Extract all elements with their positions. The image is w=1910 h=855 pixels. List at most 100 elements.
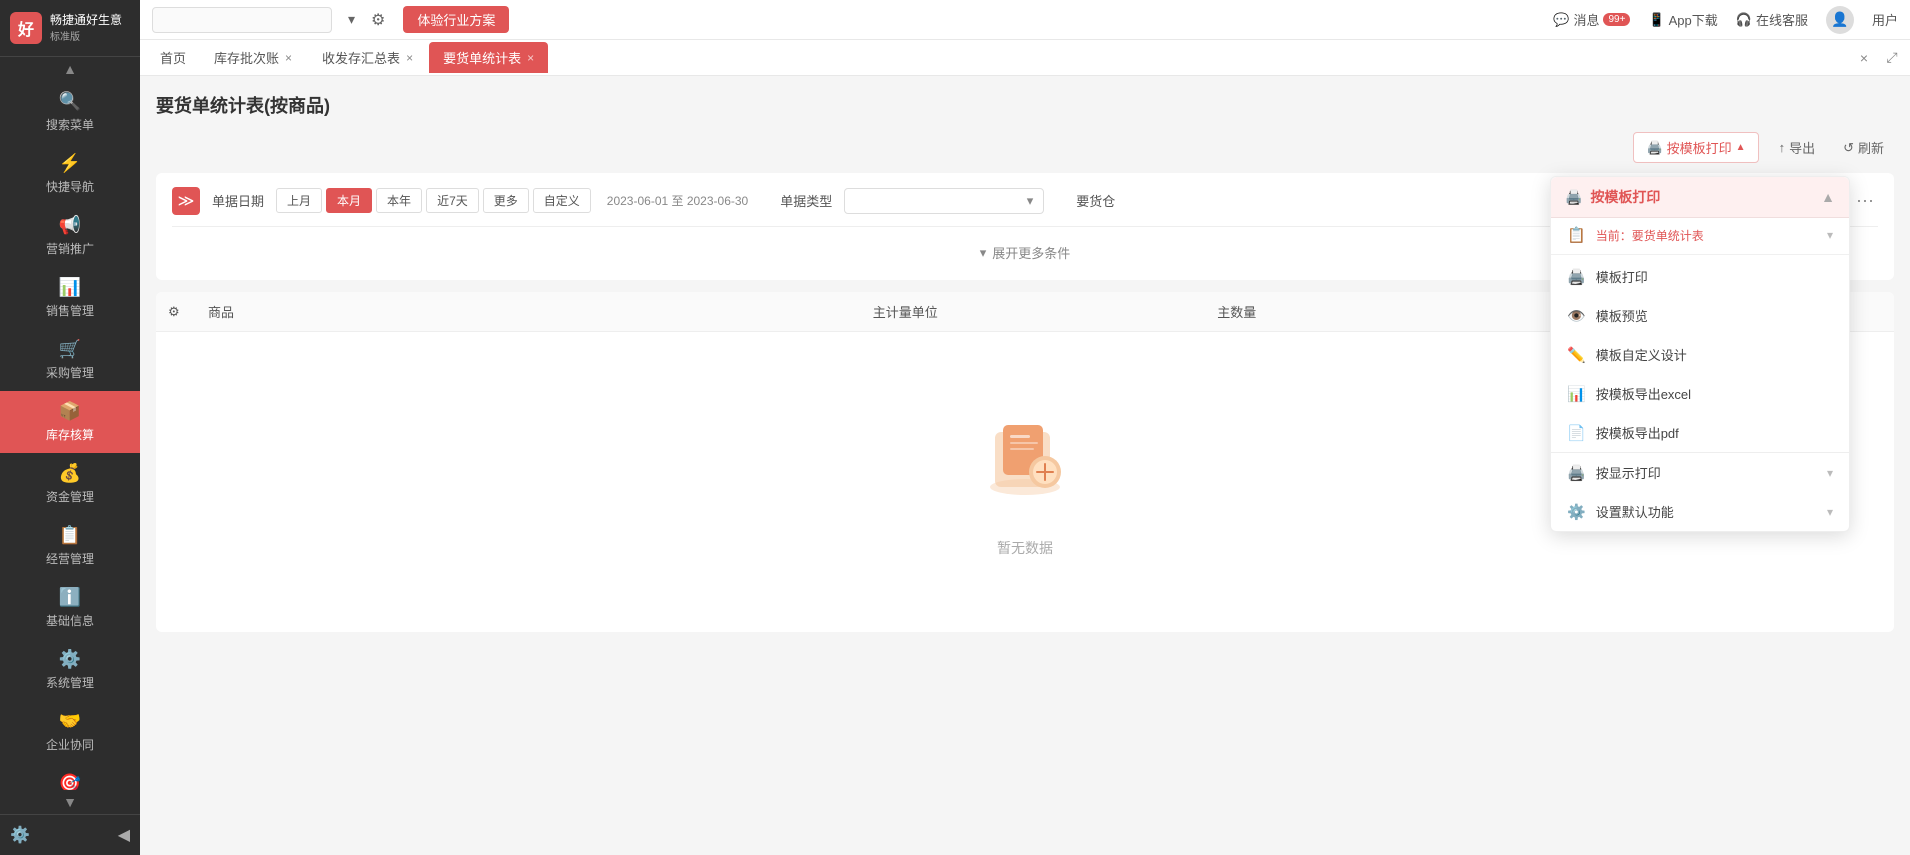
service-icon: 🎧 xyxy=(1736,12,1752,28)
page-title: 要货单统计表(按商品) xyxy=(156,92,1894,118)
sidebar-item-marketing[interactable]: 📢 营销推广 xyxy=(0,205,140,267)
collapse-icon[interactable]: ◀ xyxy=(118,825,130,845)
scroll-down-icon[interactable]: ▼ xyxy=(63,794,77,810)
date-week-btn[interactable]: 近7天 xyxy=(426,188,479,213)
set-default-item[interactable]: ⚙️ 设置默认功能 ▾ xyxy=(1551,492,1849,531)
current-template-arrow: ▾ xyxy=(1827,228,1833,242)
template-export-excel-icon: 📊 xyxy=(1567,385,1586,403)
sidebar-item-basic[interactable]: ℹ️ 基础信息 xyxy=(0,577,140,639)
th-qty: 主数量 xyxy=(1205,292,1549,331)
sidebar-scroll-down[interactable]: ▼ xyxy=(0,790,140,814)
tab-receipt-summary[interactable]: 收发存汇总表 × xyxy=(308,42,427,73)
empty-text: 暂无数据 xyxy=(997,538,1053,558)
sidebar-item-sales[interactable]: 📊 销售管理 xyxy=(0,267,140,329)
date-range: 2023-06-01 至 2023-06-30 xyxy=(607,192,748,209)
topbar: ▾ ⚙ 体验行业方案 💬 消息 99+ 📱 App下载 🎧 在线客服 👤 用户 xyxy=(140,0,1910,40)
tab3-close-btn[interactable]: × xyxy=(527,51,534,65)
sidebar-item-quick-nav[interactable]: ⚡ 快捷导航 xyxy=(0,143,140,205)
sidebar-item-business[interactable]: 📋 经营管理 xyxy=(0,515,140,577)
export-icon: ↑ xyxy=(1779,140,1786,155)
sidebar-item-system[interactable]: ⚙️ 系统管理 xyxy=(0,639,140,701)
search-icon: 🔍 xyxy=(59,91,81,112)
date-custom-btn[interactable]: 自定义 xyxy=(533,188,591,213)
date-current-btn[interactable]: 本月 xyxy=(326,188,372,213)
display-print-arrow: ▾ xyxy=(1827,466,1833,480)
current-template-left: 📋 当前：要货单统计表 xyxy=(1567,226,1704,244)
th-unit: 主计量单位 xyxy=(861,292,1205,331)
app-download-btn[interactable]: 📱 App下载 xyxy=(1648,10,1717,29)
tab1-close-btn[interactable]: × xyxy=(285,51,292,65)
sidebar-nav: 🔍 搜索菜单 ⚡ 快捷导航 📢 营销推广 📊 销售管理 🛒 采购管理 📦 库存核… xyxy=(0,81,140,790)
template-print-item[interactable]: 🖨️ 模板打印 xyxy=(1551,257,1849,296)
window-close-btn[interactable]: × xyxy=(1854,48,1874,68)
sidebar-item-search[interactable]: 🔍 搜索菜单 xyxy=(0,81,140,143)
template-export-pdf-item[interactable]: 📄 按模板导出pdf xyxy=(1551,413,1849,452)
template-export-excel-item[interactable]: 📊 按模板导出excel xyxy=(1551,374,1849,413)
refresh-icon: ↺ xyxy=(1843,140,1854,156)
date-prev-btn[interactable]: 上月 xyxy=(276,188,322,213)
refresh-btn[interactable]: ↺ 刷新 xyxy=(1835,134,1892,161)
dropdown-collapse-btn[interactable]: ▲ xyxy=(1821,189,1835,205)
th-settings[interactable]: ⚙ xyxy=(156,294,196,330)
topbar-gear-icon[interactable]: ⚙ xyxy=(371,10,385,30)
scroll-up-icon[interactable]: ▲ xyxy=(63,61,77,77)
sidebar-item-inventory[interactable]: 📦 库存核算 xyxy=(0,391,140,453)
date-buttons: 上月 本月 本年 近7天 更多 自定义 xyxy=(276,188,591,213)
printer-icon: 🖨️ xyxy=(1646,140,1662,156)
purchase-icon: 🛒 xyxy=(59,339,81,360)
date-label: 单据日期 xyxy=(212,191,264,210)
display-print-item[interactable]: 🖨️ 按显示打印 ▾ xyxy=(1551,453,1849,492)
sidebar-item-purchase[interactable]: 🛒 采购管理 xyxy=(0,329,140,391)
tab2-close-btn[interactable]: × xyxy=(406,51,413,65)
message-icon: 💬 xyxy=(1553,12,1569,28)
current-template-item[interactable]: 📋 当前：要货单统计表 ▾ xyxy=(1551,218,1849,252)
type-label: 单据类型 xyxy=(780,191,832,210)
expand-more-icon: ▾ xyxy=(980,245,987,261)
sidebar-item-cooperation[interactable]: 🤝 企业协同 xyxy=(0,701,140,763)
search-dropdown-btn[interactable]: ▾ xyxy=(342,11,361,28)
username: 用户 xyxy=(1872,10,1898,29)
dropdown-print-icon: 🖨️ xyxy=(1565,189,1582,206)
marketing-icon: 📢 xyxy=(59,215,81,236)
template-design-item[interactable]: ✏️ 模板自定义设计 xyxy=(1551,335,1849,374)
window-maximize-btn[interactable]: ⤢ xyxy=(1882,48,1902,68)
quick-nav-icon: ⚡ xyxy=(59,153,81,174)
print-btn[interactable]: 🖨️ 按模板打印 ▲ xyxy=(1633,132,1758,163)
type-select-arrow: ▾ xyxy=(1027,193,1034,209)
toolbar-row: 🖨️ 按模板打印 ▲ ↑ 导出 ↺ 刷新 xyxy=(156,132,1894,163)
sidebar-item-guide[interactable]: 🎯 新手引导 xyxy=(0,763,140,790)
display-print-icon: 🖨️ xyxy=(1567,464,1586,482)
date-year-btn[interactable]: 本年 xyxy=(376,188,422,213)
filter-expand-icon[interactable]: ≫ xyxy=(172,187,200,215)
settings-footer-icon[interactable]: ⚙️ xyxy=(10,825,30,845)
export-btn[interactable]: ↑ 导出 xyxy=(1771,134,1824,161)
page-content: 要货单统计表(按商品) 🖨️ 按模板打印 ▲ ↑ 导出 ↺ 刷新 ≫ 单据日期 xyxy=(140,76,1910,855)
sidebar-scroll-up[interactable]: ▲ xyxy=(0,57,140,81)
template-preview-icon: 👁️ xyxy=(1567,307,1586,325)
divider1 xyxy=(1551,254,1849,255)
topbar-right: 💬 消息 99+ 📱 App下载 🎧 在线客服 👤 用户 xyxy=(1553,6,1898,34)
empty-icon xyxy=(975,407,1075,526)
type-select[interactable]: ▾ xyxy=(844,188,1044,214)
cooperation-icon: 🤝 xyxy=(59,711,81,732)
tab-inventory-batch[interactable]: 库存批次账 × xyxy=(200,42,306,73)
date-more-btn[interactable]: 更多 xyxy=(483,188,529,213)
trial-btn[interactable]: 体验行业方案 xyxy=(403,6,509,33)
tab-home[interactable]: 首页 xyxy=(148,42,198,73)
dropdown-title: 按模板打印 xyxy=(1590,187,1660,207)
online-service-btn[interactable]: 🎧 在线客服 xyxy=(1736,10,1808,29)
search-input[interactable] xyxy=(152,7,332,33)
template-print-icon: 🖨️ xyxy=(1567,268,1586,286)
messages-btn[interactable]: 💬 消息 99+ xyxy=(1553,10,1630,29)
template-design-icon: ✏️ xyxy=(1567,346,1586,364)
template-export-pdf-left: 📄 按模板导出pdf xyxy=(1567,423,1679,442)
template-preview-item[interactable]: 👁️ 模板预览 xyxy=(1551,296,1849,335)
avatar[interactable]: 👤 xyxy=(1826,6,1854,34)
template-export-excel-left: 📊 按模板导出excel xyxy=(1567,384,1691,403)
app-logo: 好 畅捷通好生意 标准版 xyxy=(0,0,140,57)
finance-icon: 💰 xyxy=(59,463,81,484)
tab-order-stats[interactable]: 要货单统计表 × xyxy=(429,42,548,73)
more-options-btn[interactable]: ··· xyxy=(1852,186,1878,215)
sidebar-item-finance[interactable]: 💰 资金管理 xyxy=(0,453,140,515)
sidebar-footer: ⚙️ ◀ xyxy=(0,814,140,855)
